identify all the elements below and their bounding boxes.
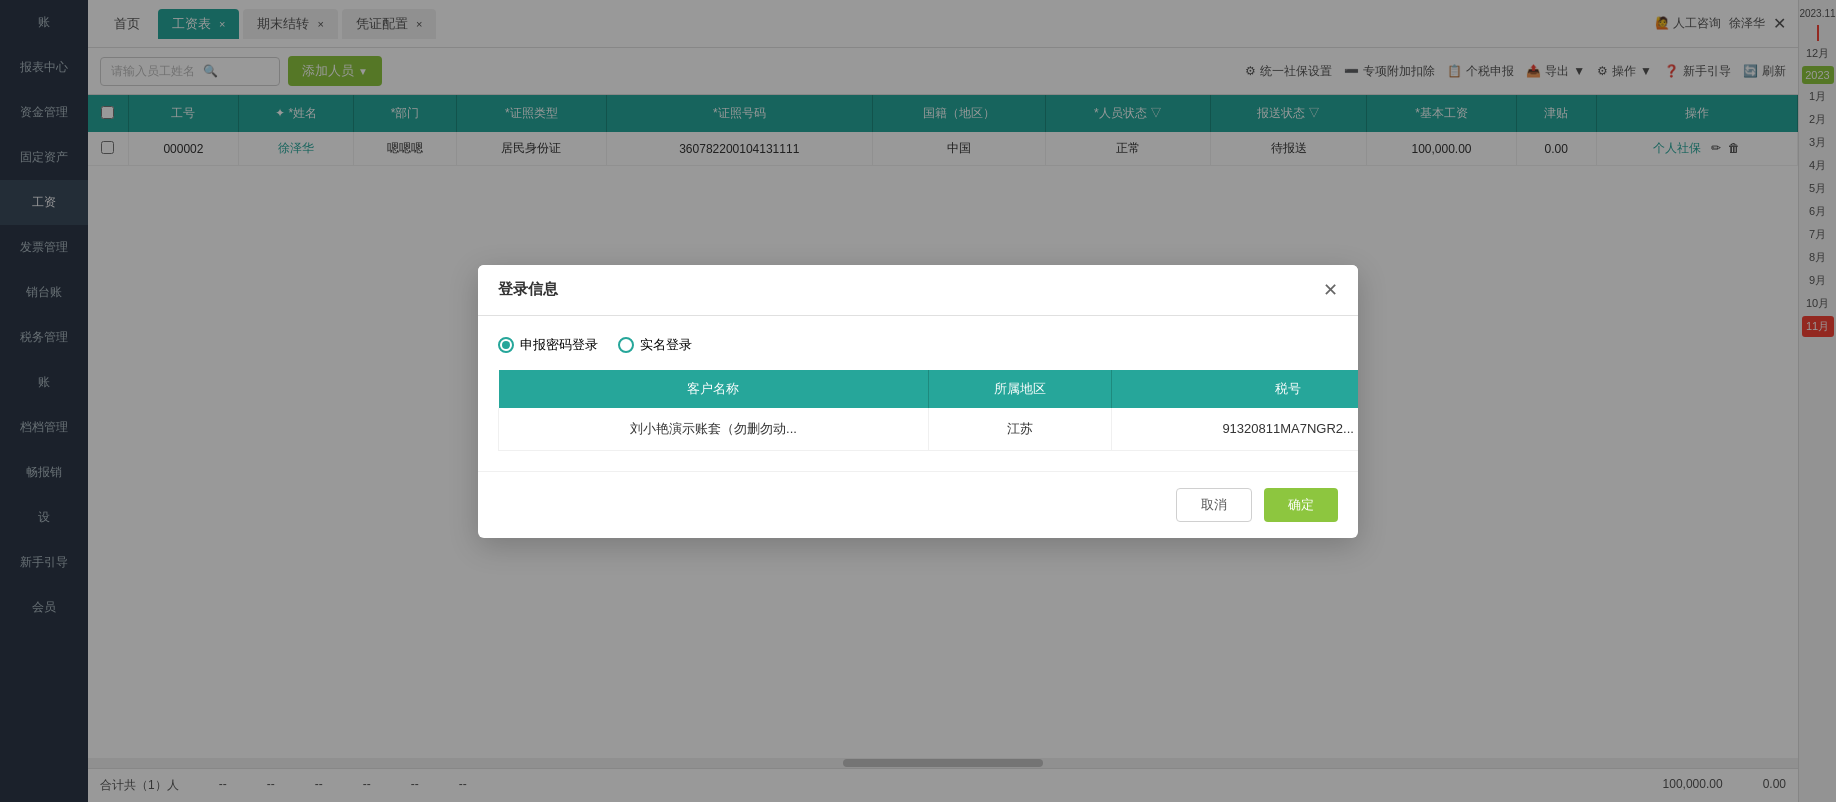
radio-realname-circle [618,337,634,353]
modal-close-button[interactable]: ✕ [1323,279,1338,301]
login-type-radio-group: 申报密码登录 实名登录 [498,336,1338,354]
login-info-table: 客户名称 所属地区 税号 个税密码 刘小艳演示账套（勿删勿动... 江苏 913… [498,370,1358,451]
modal-footer: 取消 确定 [478,471,1358,538]
modal-row-region: 江苏 [928,408,1111,451]
modal-col-region: 所属地区 [928,370,1111,408]
modal-table-header: 客户名称 所属地区 税号 个税密码 [499,370,1359,408]
modal-row-name: 刘小艳演示账套（勿删勿动... [499,408,929,451]
modal-body: 申报密码登录 实名登录 客户名称 所属地区 税号 个税密码 [478,316,1358,471]
confirm-button[interactable]: 确定 [1264,488,1338,522]
radio-realname-login[interactable]: 实名登录 [618,336,692,354]
cancel-button[interactable]: 取消 [1176,488,1252,522]
modal-overlay: 登录信息 ✕ 申报密码登录 实名登录 [0,0,1836,802]
modal-col-taxid: 税号 [1111,370,1358,408]
radio-password-label: 申报密码登录 [520,336,598,354]
modal-table-row: 刘小艳演示账套（勿删勿动... 江苏 91320811MA7NGR2... [499,408,1359,451]
modal-row-taxid: 91320811MA7NGR2... [1111,408,1358,451]
radio-password-circle [498,337,514,353]
login-info-modal: 登录信息 ✕ 申报密码登录 实名登录 [478,265,1358,538]
modal-header: 登录信息 ✕ [478,265,1358,316]
radio-realname-label: 实名登录 [640,336,692,354]
modal-title: 登录信息 [498,280,558,299]
radio-password-login[interactable]: 申报密码登录 [498,336,598,354]
modal-col-name: 客户名称 [499,370,929,408]
